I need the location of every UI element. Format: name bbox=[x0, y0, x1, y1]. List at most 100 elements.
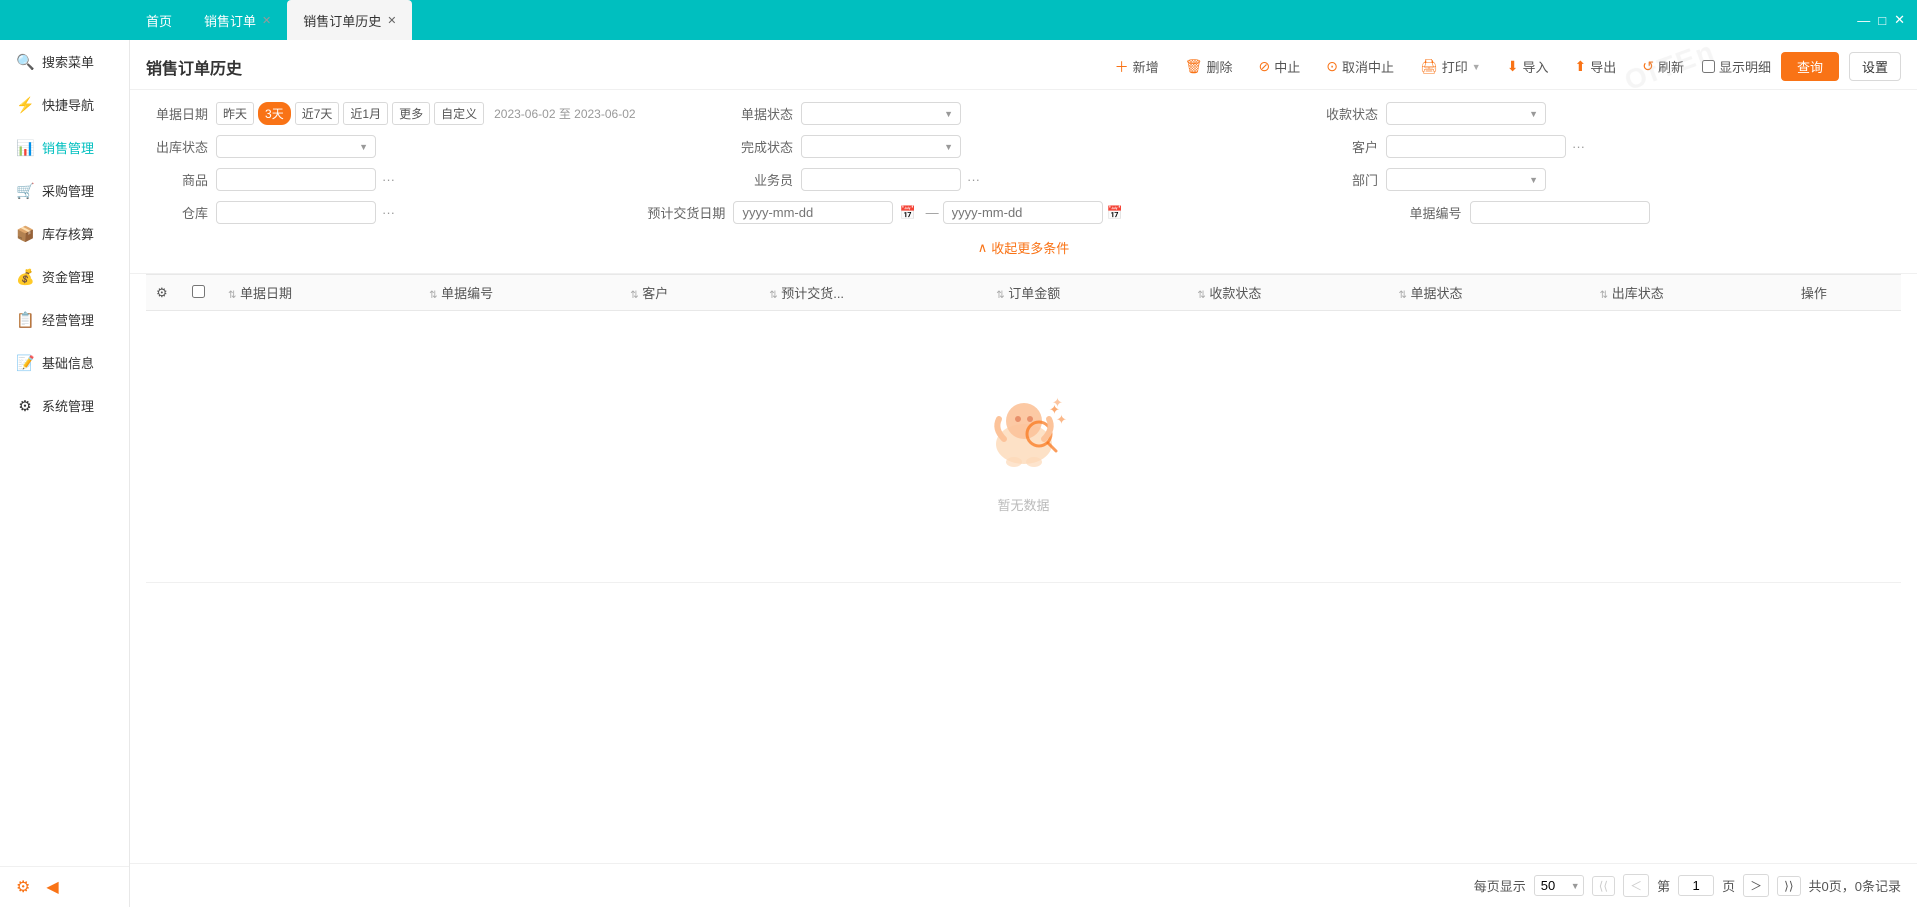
display-detail-checkbox[interactable] bbox=[1702, 60, 1715, 73]
cancel-stop-button[interactable]: ⊙ 取消中止 bbox=[1318, 53, 1402, 80]
collapse-button[interactable]: ∧ 收起更多条件 bbox=[146, 234, 1901, 261]
salesperson-label: 业务员 bbox=[731, 170, 801, 189]
th-delivery-status[interactable]: ⇅ 出库状态 bbox=[1590, 275, 1791, 311]
sidebar-item-purchase[interactable]: 🛒 采购管理 bbox=[0, 169, 129, 212]
collapse-sidebar-icon[interactable]: ◀ bbox=[46, 877, 58, 897]
filter-area: 单据日期 昨天 3天 近7天 近1月 更多 自定义 2023-06-02 至 2… bbox=[130, 90, 1917, 274]
tab-sales-order-history-close[interactable]: ✕ bbox=[387, 14, 396, 27]
order-number-input[interactable] bbox=[1470, 201, 1650, 224]
payment-status-select[interactable] bbox=[1386, 102, 1546, 125]
page-title: 销售订单历史 bbox=[146, 55, 242, 79]
last-page-btn[interactable]: ⟩⟩ bbox=[1777, 876, 1800, 896]
warehouse-dots[interactable]: ··· bbox=[376, 205, 401, 220]
payment-status-label: 收款状态 bbox=[1316, 104, 1386, 123]
delete-label: 删除 bbox=[1206, 57, 1232, 76]
product-input[interactable] bbox=[216, 168, 376, 191]
date-btn-3days[interactable]: 3天 bbox=[258, 102, 291, 125]
date-btn-1month[interactable]: 近1月 bbox=[343, 102, 388, 125]
settings-bottom-icon[interactable]: ⚙ bbox=[16, 877, 30, 897]
th-order-status[interactable]: ⇅ 单据状态 bbox=[1389, 275, 1590, 311]
query-button[interactable]: 查询 bbox=[1781, 52, 1839, 81]
delivery-date-from[interactable] bbox=[733, 201, 893, 224]
sidebar-item-quick-nav[interactable]: ⚡ 快捷导航 bbox=[0, 83, 129, 126]
date-btn-7days[interactable]: 近7天 bbox=[295, 102, 340, 125]
maximize-btn[interactable]: □ bbox=[1878, 13, 1886, 28]
delivery-status-select[interactable] bbox=[216, 135, 376, 158]
sidebar-item-basic-info[interactable]: 📝 基础信息 bbox=[0, 341, 129, 384]
completion-status-select[interactable] bbox=[801, 135, 961, 158]
th-customer[interactable]: ⇅ 客户 bbox=[620, 275, 759, 311]
th-delivery[interactable]: ⇅ 预计交货... bbox=[759, 275, 986, 311]
th-customer-label: 客户 bbox=[642, 286, 668, 301]
page-content: 销售订单历史 ＋ 新增 🗑 删除 ⊘ 中止 ⊙ bbox=[130, 40, 1917, 907]
date-btn-yesterday[interactable]: 昨天 bbox=[216, 102, 254, 125]
sidebar-item-sales[interactable]: 📊 销售管理 bbox=[0, 126, 129, 169]
th-number-sort-icon: ⇅ bbox=[429, 290, 437, 301]
delete-button[interactable]: 🗑 删除 bbox=[1177, 53, 1241, 80]
tab-sales-order-history[interactable]: 销售订单历史 ✕ bbox=[287, 0, 412, 40]
th-number-label: 单据编号 bbox=[441, 286, 493, 301]
add-button[interactable]: ＋ 新增 bbox=[1107, 53, 1167, 81]
warehouse-input[interactable] bbox=[216, 201, 376, 224]
th-date[interactable]: ⇅ 单据日期 bbox=[218, 275, 419, 311]
column-settings-icon[interactable]: ⚙ bbox=[156, 285, 168, 300]
date-btn-custom[interactable]: 自定义 bbox=[434, 102, 484, 125]
print-button[interactable]: 🖨 打印 ▼ bbox=[1412, 53, 1489, 80]
sidebar-item-system[interactable]: ⚙ 系统管理 bbox=[0, 384, 129, 427]
date-btn-more[interactable]: 更多 bbox=[392, 102, 430, 125]
th-payment-status[interactable]: ⇅ 收款状态 bbox=[1187, 275, 1388, 311]
export-button[interactable]: ⬆ 导出 bbox=[1566, 53, 1624, 80]
sidebar-item-inventory[interactable]: 📦 库存核算 bbox=[0, 212, 129, 255]
sidebar-item-business[interactable]: 📋 经营管理 bbox=[0, 298, 129, 341]
date-to-calendar-icon: 📅 bbox=[1107, 205, 1123, 221]
import-button[interactable]: ⬇ 导入 bbox=[1499, 53, 1557, 80]
next-page-btn[interactable]: ＞ bbox=[1743, 874, 1769, 897]
date-filter-value: 昨天 3天 近7天 近1月 更多 自定义 2023-06-02 至 2023-0… bbox=[216, 102, 731, 125]
sidebar-item-finance[interactable]: 💰 资金管理 bbox=[0, 255, 129, 298]
salesperson-dots[interactable]: ··· bbox=[961, 172, 986, 187]
refresh-icon: ↺ bbox=[1642, 58, 1654, 75]
customer-dots[interactable]: ··· bbox=[1566, 139, 1591, 154]
completion-status-select-wrapper bbox=[801, 135, 961, 158]
product-dots[interactable]: ··· bbox=[376, 172, 401, 187]
print-icon: 🖨 bbox=[1420, 58, 1438, 75]
minimize-btn[interactable]: — bbox=[1857, 13, 1870, 28]
th-amount[interactable]: ⇅ 订单金额 bbox=[986, 275, 1187, 311]
salesperson-input[interactable] bbox=[801, 168, 961, 191]
settings-button[interactable]: 设置 bbox=[1849, 52, 1901, 81]
close-btn[interactable]: ✕ bbox=[1894, 12, 1905, 28]
th-date-label: 单据日期 bbox=[240, 286, 292, 301]
first-page-btn[interactable]: ⟨⟨ bbox=[1592, 876, 1615, 896]
content-area: 销售订单历史 ＋ 新增 🗑 删除 ⊘ 中止 ⊙ bbox=[130, 40, 1917, 907]
order-status-select[interactable] bbox=[801, 102, 961, 125]
refresh-button[interactable]: ↺ 刷新 bbox=[1634, 53, 1692, 80]
business-icon: 📋 bbox=[16, 311, 34, 329]
tab-sales-order-close[interactable]: ✕ bbox=[262, 14, 271, 27]
empty-state-row: ✦ ✦ ✦ 暂无数据 bbox=[146, 311, 1901, 583]
display-detail-check[interactable]: 显示明细 bbox=[1702, 57, 1771, 76]
th-settings[interactable]: ⚙ bbox=[146, 275, 182, 311]
select-all-checkbox[interactable] bbox=[192, 285, 205, 298]
customer-input[interactable] bbox=[1386, 135, 1566, 158]
page-size-select[interactable]: 50 10 20 100 bbox=[1534, 875, 1584, 896]
th-number[interactable]: ⇅ 单据编号 bbox=[419, 275, 620, 311]
sidebar-item-search[interactable]: 🔍 搜索菜单 bbox=[0, 40, 129, 83]
page-number-input[interactable] bbox=[1678, 875, 1714, 896]
stop-button[interactable]: ⊘ 中止 bbox=[1250, 53, 1308, 80]
expected-delivery-label: 预计交货日期 bbox=[647, 203, 733, 222]
th-checkbox[interactable] bbox=[182, 275, 218, 311]
department-select[interactable] bbox=[1386, 168, 1546, 191]
page-label-before: 第 bbox=[1657, 876, 1670, 895]
warehouse-label: 仓库 bbox=[146, 203, 216, 222]
prev-page-btn[interactable]: ＜ bbox=[1623, 874, 1649, 897]
table-header-row: ⚙ ⇅ 单据日期 ⇅ 单据编号 bbox=[146, 275, 1901, 311]
th-amount-label: 订单金额 bbox=[1008, 286, 1060, 301]
sidebar-item-system-label: 系统管理 bbox=[42, 396, 94, 415]
system-icon: ⚙ bbox=[16, 397, 34, 415]
tab-sales-order[interactable]: 销售订单 ✕ bbox=[188, 0, 287, 40]
delete-icon: 🗑 bbox=[1185, 58, 1203, 75]
inventory-icon: 📦 bbox=[16, 225, 34, 243]
delivery-date-to[interactable] bbox=[943, 201, 1103, 224]
tab-home[interactable]: 首页 bbox=[130, 0, 188, 40]
collapse-arrow-icon: ∧ bbox=[978, 240, 988, 256]
